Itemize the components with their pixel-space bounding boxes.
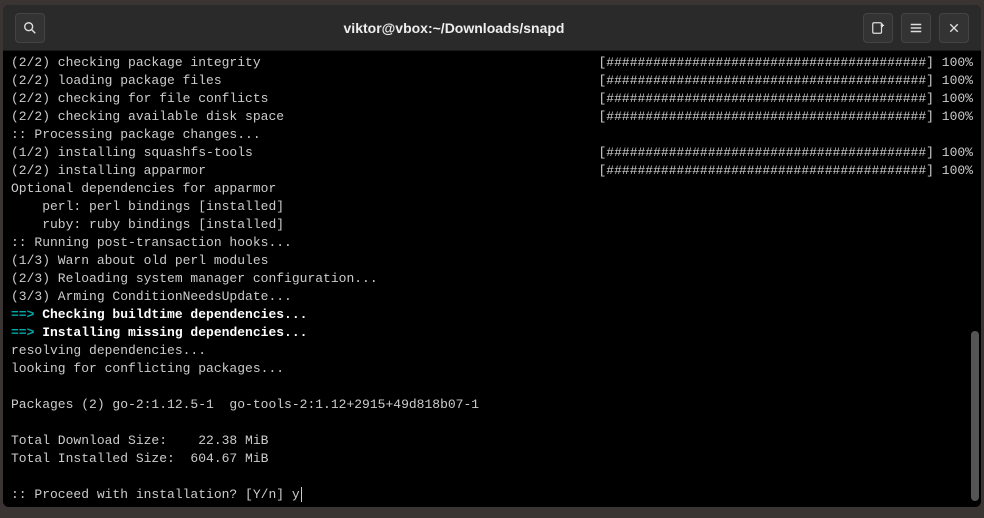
window-title: viktor@vbox:~/Downloads/snapd: [49, 20, 859, 36]
progress-bar: [#######################################…: [599, 108, 974, 126]
new-tab-icon: [871, 21, 885, 35]
progress-label: (2/2) checking package integrity: [11, 54, 261, 72]
terminal-line: Total Download Size: 22.38 MiB: [11, 432, 973, 450]
terminal-output[interactable]: (2/2) checking package integrity [#######…: [3, 51, 981, 507]
terminal-line: (3/3) Arming ConditionNeedsUpdate...: [11, 288, 973, 306]
terminal-line: ==> Checking buildtime dependencies...: [11, 306, 973, 324]
terminal-line: ruby: ruby bindings [installed]: [11, 216, 973, 234]
terminal-line: resolving dependencies...: [11, 342, 973, 360]
arrow-marker: ==>: [11, 325, 34, 340]
new-tab-button[interactable]: [863, 13, 893, 43]
progress-bar: [#######################################…: [599, 162, 974, 180]
progress-label: (1/2) installing squashfs-tools: [11, 144, 253, 162]
search-icon: [23, 21, 37, 35]
terminal-line: looking for conflicting packages...: [11, 360, 973, 378]
progress-label: (2/2) checking available disk space: [11, 108, 284, 126]
arrow-marker: ==>: [11, 307, 34, 322]
terminal-line: [11, 468, 973, 486]
terminal-line: (2/3) Reloading system manager configura…: [11, 270, 973, 288]
progress-bar: [#######################################…: [599, 144, 974, 162]
search-button[interactable]: [15, 13, 45, 43]
terminal-line: Packages (2) go-2:1.12.5-1 go-tools-2:1.…: [11, 396, 973, 414]
terminal-line: [11, 414, 973, 432]
close-button[interactable]: [939, 13, 969, 43]
progress-bar: [#######################################…: [599, 90, 974, 108]
terminal-line: perl: perl bindings [installed]: [11, 198, 973, 216]
terminal-line: :: Running post-transaction hooks...: [11, 234, 973, 252]
cursor: [301, 487, 302, 502]
terminal-line: ==> Installing missing dependencies...: [11, 324, 973, 342]
progress-label: (2/2) installing apparmor: [11, 162, 206, 180]
prompt-line: :: Proceed with installation? [Y/n] y: [11, 486, 973, 504]
terminal-window: viktor@vbox:~/Downloads/snapd (2/2) chec…: [3, 5, 981, 507]
scrollbar[interactable]: [971, 331, 979, 501]
terminal-line: Total Installed Size: 604.67 MiB: [11, 450, 973, 468]
hamburger-icon: [909, 21, 923, 35]
progress-label: (2/2) loading package files: [11, 72, 222, 90]
terminal-line: :: Processing package changes...: [11, 126, 973, 144]
terminal-line: Optional dependencies for apparmor: [11, 180, 973, 198]
progress-label: (2/2) checking for file conflicts: [11, 90, 268, 108]
menu-button[interactable]: [901, 13, 931, 43]
terminal-line: [11, 378, 973, 396]
terminal-line: (1/3) Warn about old perl modules: [11, 252, 973, 270]
progress-bar: [#######################################…: [599, 72, 974, 90]
titlebar: viktor@vbox:~/Downloads/snapd: [3, 5, 981, 51]
close-icon: [948, 22, 960, 34]
progress-bar: [#######################################…: [599, 54, 974, 72]
